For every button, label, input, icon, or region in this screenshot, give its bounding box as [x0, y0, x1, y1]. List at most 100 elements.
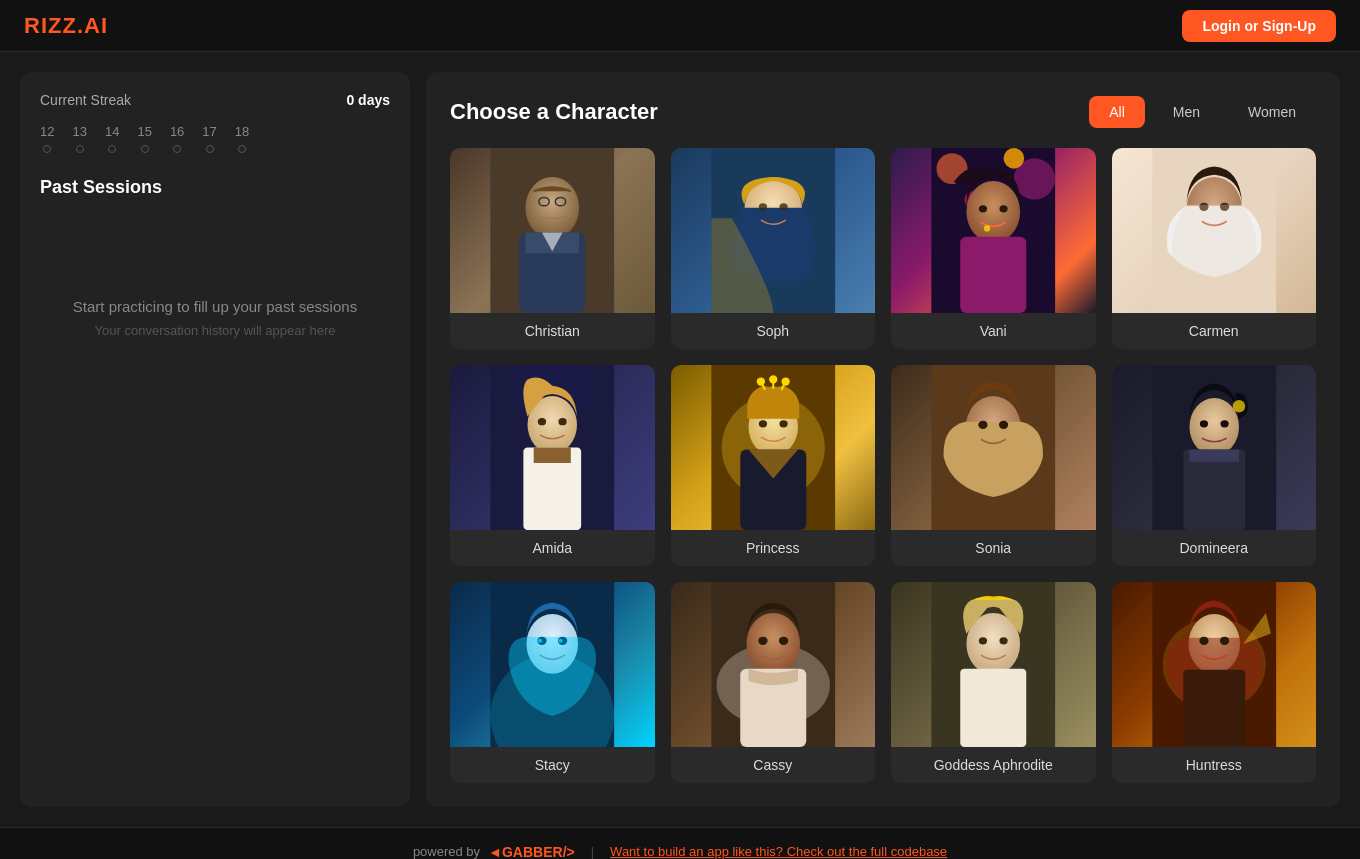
svg-point-68 — [999, 637, 1007, 644]
streak-days: 12 13 14 15 16 17 18 — [40, 124, 390, 153]
streak-dot — [141, 145, 149, 153]
svg-point-56 — [538, 639, 542, 643]
gabber-logo: ◄GABBER/> — [488, 844, 575, 860]
svg-point-29 — [538, 418, 546, 425]
char-image-princess — [671, 365, 876, 530]
svg-rect-74 — [1183, 670, 1245, 747]
svg-point-36 — [781, 377, 789, 385]
char-card-huntress[interactable]: Huntress — [1112, 582, 1317, 783]
svg-rect-28 — [534, 448, 571, 463]
char-card-vani[interactable]: Vani — [891, 148, 1096, 349]
char-card-princess[interactable]: Princess — [671, 365, 876, 566]
char-image-cassy — [671, 582, 876, 747]
svg-point-35 — [769, 375, 777, 383]
svg-point-34 — [756, 377, 764, 385]
char-name-christian: Christian — [450, 313, 655, 349]
char-name-princess: Princess — [671, 530, 876, 566]
svg-point-45 — [1189, 398, 1239, 456]
streak-day-number: 14 — [105, 124, 119, 139]
empty-sessions-sub: Your conversation history will appear he… — [95, 323, 336, 338]
filter-tabs: AllMenWomen — [1089, 96, 1316, 128]
streak-day-number: 12 — [40, 124, 54, 139]
streak-day: 13 — [72, 124, 86, 153]
login-button[interactable]: Login or Sign-Up — [1182, 10, 1336, 42]
filter-tab-all[interactable]: All — [1089, 96, 1145, 128]
page-title: Choose a Character — [450, 99, 658, 125]
streak-value: 0 days — [346, 92, 390, 108]
char-name-huntress: Huntress — [1112, 747, 1317, 783]
char-name-soph: Soph — [671, 313, 876, 349]
content-header: Choose a Character AllMenWomen — [450, 96, 1316, 128]
char-image-goddess-aphrodite — [891, 582, 1096, 747]
svg-point-42 — [978, 421, 987, 429]
char-card-stacy[interactable]: Stacy — [450, 582, 655, 783]
svg-point-73 — [1219, 637, 1228, 645]
footer-separator: | — [591, 844, 594, 859]
svg-point-17 — [979, 205, 987, 212]
char-card-amida[interactable]: Amida — [450, 365, 655, 566]
svg-point-19 — [984, 225, 990, 231]
streak-day: 16 — [170, 124, 184, 153]
filter-tab-women[interactable]: Women — [1228, 96, 1316, 128]
svg-point-50 — [1232, 400, 1244, 412]
char-name-goddess-aphrodite: Goddess Aphrodite — [891, 747, 1096, 783]
char-image-soph — [671, 148, 876, 313]
char-name-carmen: Carmen — [1112, 313, 1317, 349]
char-image-sonia — [891, 365, 1096, 530]
char-card-goddess-aphrodite[interactable]: Goddess Aphrodite — [891, 582, 1096, 783]
char-name-sonia: Sonia — [891, 530, 1096, 566]
char-image-vani — [891, 148, 1096, 313]
streak-day: 12 — [40, 124, 54, 153]
svg-point-38 — [758, 420, 766, 427]
app-footer: powered by ◄GABBER/> | Want to build an … — [0, 827, 1360, 859]
powered-by-text: powered by — [413, 844, 480, 859]
svg-point-8 — [758, 203, 766, 210]
svg-point-30 — [558, 418, 566, 425]
char-card-carmen[interactable]: Carmen — [1112, 148, 1317, 349]
char-card-christian[interactable]: Christian — [450, 148, 655, 349]
streak-dot — [43, 145, 51, 153]
filter-tab-men[interactable]: Men — [1153, 96, 1220, 128]
char-card-sonia[interactable]: Sonia — [891, 365, 1096, 566]
cta-link[interactable]: Want to build an app like this? Check ou… — [610, 844, 947, 859]
streak-day-number: 17 — [202, 124, 216, 139]
svg-point-15 — [966, 181, 1020, 243]
streak-day: 17 — [202, 124, 216, 153]
svg-point-43 — [999, 421, 1008, 429]
svg-point-18 — [999, 205, 1007, 212]
streak-dot — [238, 145, 246, 153]
char-image-huntress — [1112, 582, 1317, 747]
streak-label: Current Streak — [40, 92, 131, 108]
char-card-cassy[interactable]: Cassy — [671, 582, 876, 783]
char-image-domineera — [1112, 365, 1317, 530]
main-content: Choose a Character AllMenWomen Christian… — [426, 72, 1340, 807]
app-header: RIZZ.AI Login or Sign-Up — [0, 0, 1360, 52]
svg-point-39 — [779, 420, 787, 427]
empty-sessions-main: Start practicing to fill up your past se… — [73, 298, 357, 315]
svg-point-49 — [1220, 420, 1228, 427]
svg-rect-16 — [960, 237, 1026, 313]
svg-point-48 — [1199, 420, 1207, 427]
past-sessions-title: Past Sessions — [40, 177, 390, 198]
svg-point-4 — [539, 198, 549, 206]
char-name-amida: Amida — [450, 530, 655, 566]
streak-day: 15 — [137, 124, 151, 153]
streak-day-number: 16 — [170, 124, 184, 139]
streak-dot — [173, 145, 181, 153]
char-image-carmen — [1112, 148, 1317, 313]
streak-day-number: 13 — [72, 124, 86, 139]
svg-point-67 — [979, 637, 987, 644]
char-image-stacy — [450, 582, 655, 747]
char-card-soph[interactable]: Soph — [671, 148, 876, 349]
svg-rect-47 — [1189, 450, 1239, 462]
svg-point-60 — [746, 613, 800, 675]
char-name-cassy: Cassy — [671, 747, 876, 783]
char-card-domineera[interactable]: Domineera — [1112, 365, 1317, 566]
char-name-stacy: Stacy — [450, 747, 655, 783]
streak-day-number: 18 — [235, 124, 249, 139]
char-name-domineera: Domineera — [1112, 530, 1317, 566]
svg-point-9 — [779, 203, 787, 210]
logo: RIZZ.AI — [24, 13, 108, 39]
streak-day-number: 15 — [137, 124, 151, 139]
svg-point-62 — [758, 637, 767, 645]
